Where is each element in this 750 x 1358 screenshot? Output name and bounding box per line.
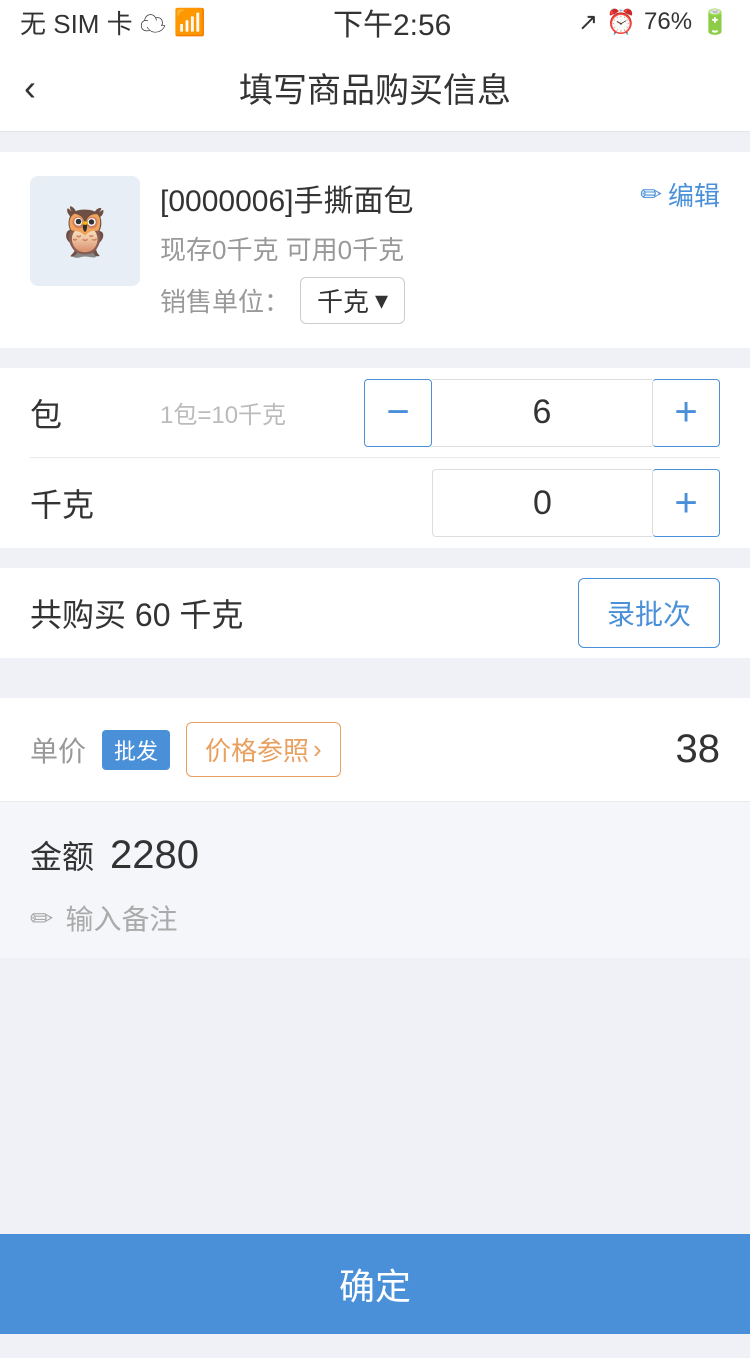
price-ref-icon: › — [313, 734, 322, 765]
status-time: 下午2:56 — [333, 0, 451, 44]
unit-label: 销售单位： — [160, 282, 290, 319]
alarm-icon: ⏰ — [606, 8, 636, 37]
section-divider-1 — [0, 348, 750, 368]
section-divider-2 — [0, 658, 750, 678]
kg-plus-button[interactable]: + — [652, 469, 720, 537]
price-tag: 批发 — [102, 730, 170, 770]
kg-controls: + — [432, 469, 720, 537]
edit-button[interactable]: ✏ 编辑 — [640, 176, 720, 213]
battery-icon: 🔋 — [700, 8, 730, 37]
back-button[interactable]: ‹ — [24, 67, 36, 109]
remark-row[interactable]: ✏ 输入备注 — [30, 898, 720, 938]
amount-label: 金额 — [30, 832, 94, 878]
price-row: 单价 批发 价格参照 › 38 — [30, 722, 720, 777]
amount-value: 2280 — [110, 833, 199, 878]
product-stock: 现存0千克 可用0千克 — [160, 230, 720, 267]
sim-status: 无 SIM 卡 ☁ — [20, 4, 166, 41]
confirm-button[interactable]: 确定 — [0, 1234, 750, 1334]
package-label: 包 — [30, 390, 150, 436]
location-icon: ↗ — [578, 8, 598, 37]
page-title: 填写商品购买信息 — [239, 63, 511, 112]
product-name: [0000006]手撕面包 — [160, 176, 413, 220]
product-thumb-icon: 🦉 — [55, 203, 115, 260]
package-input[interactable] — [432, 379, 652, 447]
summary-text: 共购买 60 千克 — [30, 590, 578, 636]
dropdown-icon: ▾ — [375, 285, 388, 316]
input-section: 包 1包=10千克 − + 千克 + — [0, 368, 750, 548]
status-left: 无 SIM 卡 ☁ 📶 — [20, 4, 206, 41]
amount-row: 金额 2280 — [30, 832, 720, 878]
product-info: [0000006]手撕面包 ✏ 编辑 现存0千克 可用0千克 销售单位： 千克 … — [160, 176, 720, 324]
status-bar: 无 SIM 卡 ☁ 📶 下午2:56 ↗ ⏰ 76% 🔋 — [0, 0, 750, 44]
unit-value: 千克 — [317, 282, 369, 319]
kg-label: 千克 — [30, 480, 150, 526]
price-value: 38 — [676, 727, 721, 772]
edit-label: 编辑 — [668, 176, 720, 213]
nav-bar: ‹ 填写商品购买信息 — [0, 44, 750, 132]
edit-icon: ✏ — [640, 179, 662, 210]
package-row: 包 1包=10千克 − + — [30, 368, 720, 458]
kg-row: 千克 + — [30, 458, 720, 548]
remark-placeholder: 输入备注 — [65, 898, 177, 938]
kg-input[interactable] — [432, 469, 652, 537]
price-section: 单价 批发 价格参照 › 38 — [0, 698, 750, 802]
batch-button[interactable]: 录批次 — [578, 578, 720, 648]
price-ref-label: 价格参照 — [205, 731, 309, 768]
wifi-icon: 📶 — [174, 7, 206, 38]
unit-select[interactable]: 千克 ▾ — [300, 277, 405, 324]
product-thumbnail: 🦉 — [30, 176, 140, 286]
package-minus-button[interactable]: − — [364, 379, 432, 447]
product-unit: 销售单位： 千克 ▾ — [160, 277, 720, 324]
amount-section: 金额 2280 ✏ 输入备注 — [0, 802, 750, 958]
spacer — [0, 958, 750, 1258]
pencil-icon: ✏ — [30, 902, 53, 935]
price-ref-button[interactable]: 价格参照 › — [186, 722, 341, 777]
product-card: 🦉 [0000006]手撕面包 ✏ 编辑 现存0千克 可用0千克 销售单位： 千… — [0, 152, 750, 348]
package-controls: − + — [364, 379, 720, 447]
price-left: 单价 批发 价格参照 › — [30, 722, 341, 777]
battery-text: 76% — [644, 8, 692, 36]
package-plus-button[interactable]: + — [652, 379, 720, 447]
price-label: 单价 — [30, 730, 86, 770]
package-hint: 1包=10千克 — [160, 395, 364, 430]
status-right: ↗ ⏰ 76% 🔋 — [578, 8, 730, 37]
summary-section: 共购买 60 千克 录批次 — [0, 568, 750, 658]
